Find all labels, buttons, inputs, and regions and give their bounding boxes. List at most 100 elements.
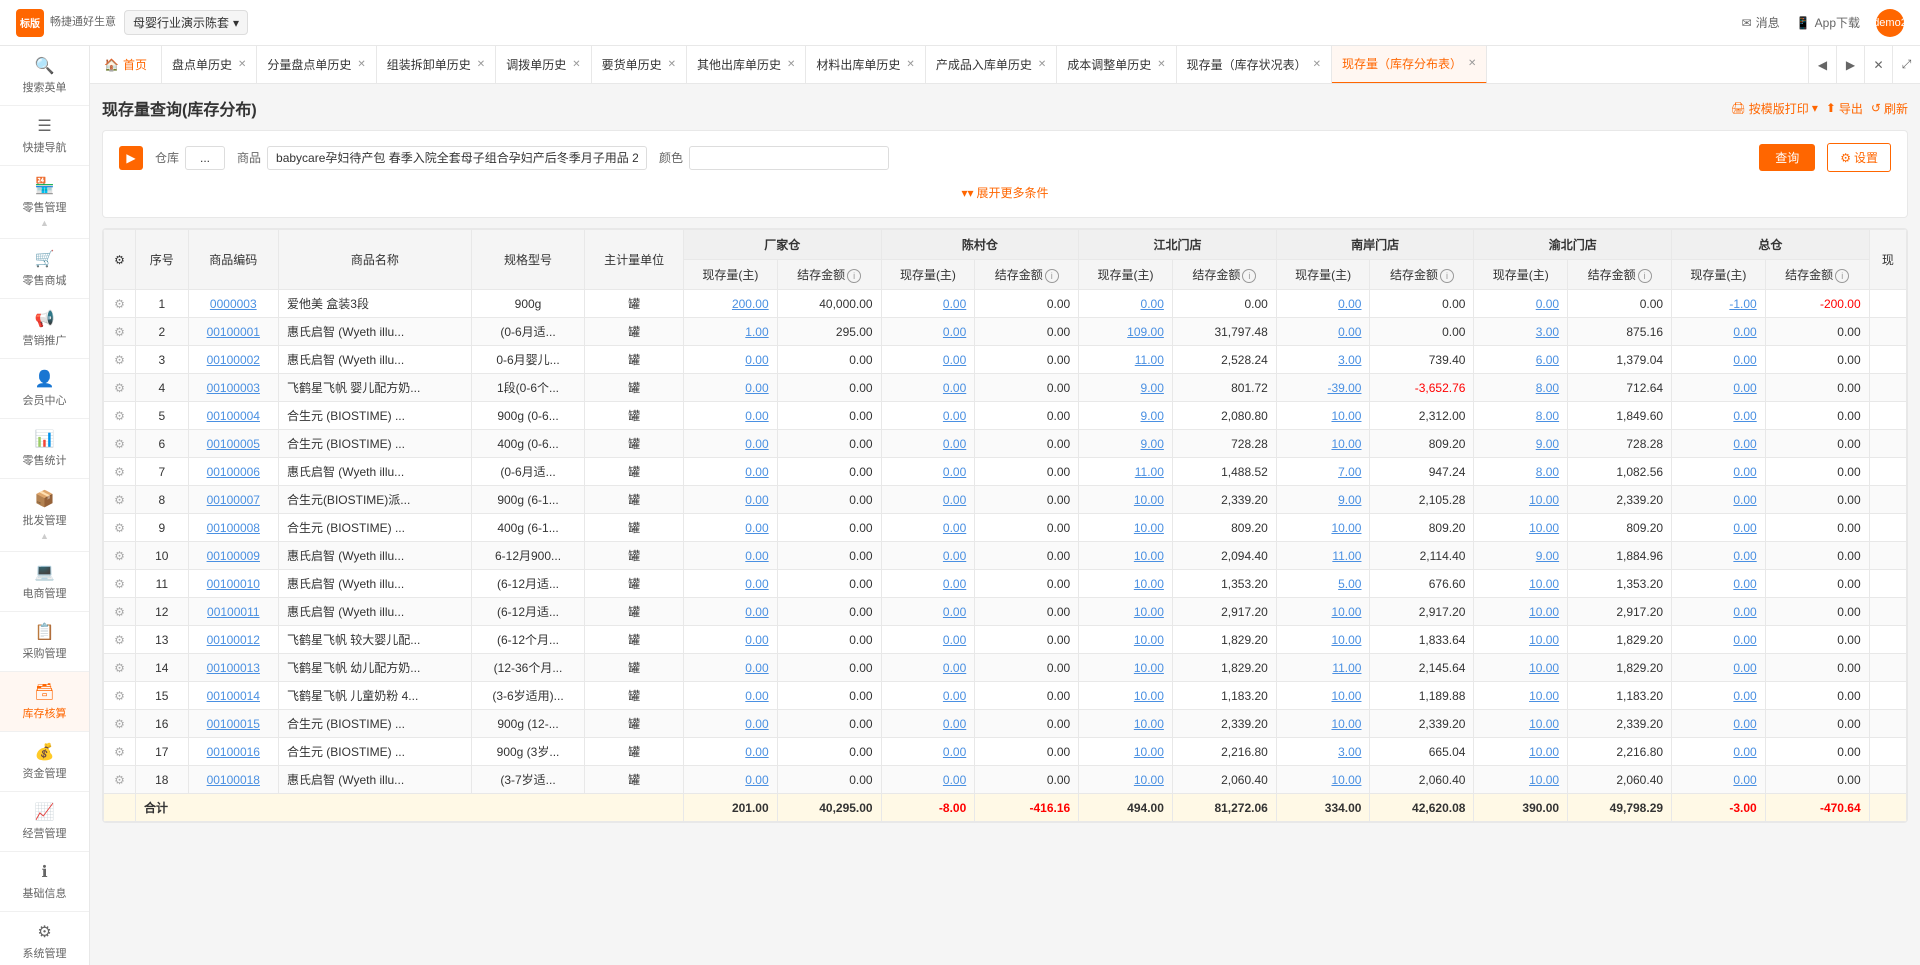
sidebar-item-9[interactable]: 📋 采购管理 [0,612,89,672]
gear-cell[interactable]: ⚙ [104,654,136,682]
sidebar-icon-9: 📋 [35,622,55,642]
tab-item-11[interactable]: 现存量（库存分布表） ✕ [1332,46,1487,84]
gear-cell[interactable]: ⚙ [104,570,136,598]
gear-cell[interactable]: ⚙ [104,682,136,710]
goods-input[interactable] [267,146,647,170]
cj-qty-cell: 0.00 [881,402,975,430]
tab-item-3[interactable]: 组装拆卸单历史✕ [377,46,496,84]
sidebar-item-11[interactable]: 💰 资金管理 [0,732,89,792]
gear-cell[interactable]: ⚙ [104,626,136,654]
tab-item-9[interactable]: 成本调整单历史✕ [1057,46,1176,84]
tab-item-1[interactable]: 盘点单历史✕ [162,46,257,84]
gear-cell[interactable]: ⚙ [104,402,136,430]
tab-close-icon[interactable]: ✕ [1468,58,1476,69]
gear-cell[interactable]: ⚙ [104,318,136,346]
na-qty-cell: 11.00 [1276,542,1370,570]
yb-qty-cell: 10.00 [1474,598,1568,626]
sidebar-item-14[interactable]: ⚙ 系统管理 [0,912,89,965]
app-download-btn[interactable]: 📱 App下载 [1796,14,1860,31]
tab-close-icon[interactable]: ✕ [477,59,485,70]
gear-cell[interactable]: ⚙ [104,598,136,626]
tab-item-4[interactable]: 调拨单历史✕ [496,46,591,84]
sidebar-item-8[interactable]: 💻 电商管理 [0,552,89,612]
seq-cell: 11 [136,570,189,598]
unit-cell: 罐 [585,374,684,402]
tot-amt-cell: 0.00 [1765,738,1869,766]
tab-close-icon[interactable]: ✕ [1157,59,1165,70]
gear-cell[interactable]: ⚙ [104,514,136,542]
yb-amt-cell: 1,849.60 [1568,402,1672,430]
warehouse-input[interactable] [185,146,225,170]
gear-cell[interactable]: ⚙ [104,542,136,570]
gear-cell[interactable]: ⚙ [104,766,136,794]
na-qty-cell: 10.00 [1276,766,1370,794]
color-input[interactable] [689,146,889,170]
f-qty-header: 现存量(主) [684,260,778,290]
tab-item-7[interactable]: 材料出库单历史✕ [806,46,925,84]
tab-item-2[interactable]: 分量盘点单历史✕ [257,46,376,84]
code-cell: 00100007 [188,486,278,514]
cj-amt-cell: 0.00 [975,654,1079,682]
tab-close-icon[interactable]: ✕ [787,59,795,70]
gear-cell[interactable]: ⚙ [104,486,136,514]
gear-cell[interactable]: ⚙ [104,710,136,738]
cj-qty-cell: 0.00 [881,374,975,402]
message-btn[interactable]: ✉ 消息 [1742,14,1780,31]
cj-amt-info[interactable]: i [1045,269,1059,283]
seq-cell: 2 [136,318,189,346]
jb-amt-cell: 2,528.24 [1172,346,1276,374]
na-amt-info[interactable]: i [1440,269,1454,283]
tab-item-6[interactable]: 其他出库单历史✕ [687,46,806,84]
export-btn[interactable]: ⬆ 导出 [1826,100,1863,117]
sidebar-item-12[interactable]: 📈 经营管理 [0,792,89,852]
gear-cell[interactable]: ⚙ [104,290,136,318]
gear-cell[interactable]: ⚙ [104,430,136,458]
sidebar-item-1[interactable]: ☰ 快捷导航 [0,106,89,166]
jb-amt-info[interactable]: i [1242,269,1256,283]
sidebar-item-5[interactable]: 👤 会员中心 [0,359,89,419]
setting-btn[interactable]: ⚙ 设置 [1827,143,1891,172]
tab-label: 现存量（库存分布表） [1342,55,1462,72]
tab-prev-btn[interactable]: ◀ [1808,46,1836,84]
cj-amt-header: 结存金额i [975,260,1079,290]
current-qty-cell [1869,318,1906,346]
filter-collapse-btn[interactable]: ▶ [119,146,143,170]
sidebar-item-6[interactable]: 📊 零售统计 [0,419,89,479]
sidebar-item-13[interactable]: ℹ 基础信息 [0,852,89,912]
tab-close-icon[interactable]: ✕ [668,59,676,70]
gear-cell[interactable]: ⚙ [104,346,136,374]
user-area[interactable]: demo2 [1876,9,1904,37]
gear-cell[interactable]: ⚙ [104,374,136,402]
tab-item-10[interactable]: 现存量（库存状况表）✕ [1177,46,1332,84]
sidebar-item-4[interactable]: 📢 营销推广 [0,299,89,359]
gear-cell[interactable]: ⚙ [104,738,136,766]
tab-close-icon[interactable]: ✕ [906,59,914,70]
sidebar-item-10[interactable]: 🗃 库存核算 [0,672,89,732]
tab-close-icon[interactable]: ✕ [572,59,580,70]
expand-more-btn[interactable]: ▾▾ 展开更多条件 [953,180,1056,205]
sidebar-item-7[interactable]: 📦 批发管理 ▲ [0,479,89,552]
tab-next-btn[interactable]: ▶ [1836,46,1864,84]
tab-close-all-btn[interactable]: ✕ [1864,46,1892,84]
tot-amt-info[interactable]: i [1835,269,1849,283]
tab-close-icon[interactable]: ✕ [1038,59,1046,70]
refresh-btn[interactable]: ↺ 刷新 [1871,100,1908,117]
tab-close-icon[interactable]: ✕ [238,59,246,70]
tab-close-icon[interactable]: ✕ [1313,59,1321,70]
sidebar-item-0[interactable]: 🔍 搜索英单 [0,46,89,106]
tab-close-icon[interactable]: ✕ [357,59,365,70]
f-qty-cell: 0.00 [684,374,778,402]
sidebar-item-3[interactable]: 🛒 零售商城 [0,239,89,299]
query-btn[interactable]: 查询 [1759,144,1815,171]
f-amt-info[interactable]: i [847,269,861,283]
store-selector[interactable]: 母婴行业演示陈套 ▾ [124,10,248,35]
gear-cell[interactable]: ⚙ [104,458,136,486]
tab-item-0[interactable]: 🏠首页 [90,46,162,84]
sidebar-item-2[interactable]: 🏪 零售管理 ▲ [0,166,89,239]
tab-item-5[interactable]: 要货单历史✕ [592,46,687,84]
tab-expand-btn[interactable]: ⤢ [1892,46,1920,84]
print-btn[interactable]: 🖨 按模版打印 ▾ [1731,100,1818,117]
tab-item-8[interactable]: 产成品入库单历史✕ [926,46,1057,84]
unit-cell: 罐 [585,290,684,318]
yb-amt-info[interactable]: i [1638,269,1652,283]
